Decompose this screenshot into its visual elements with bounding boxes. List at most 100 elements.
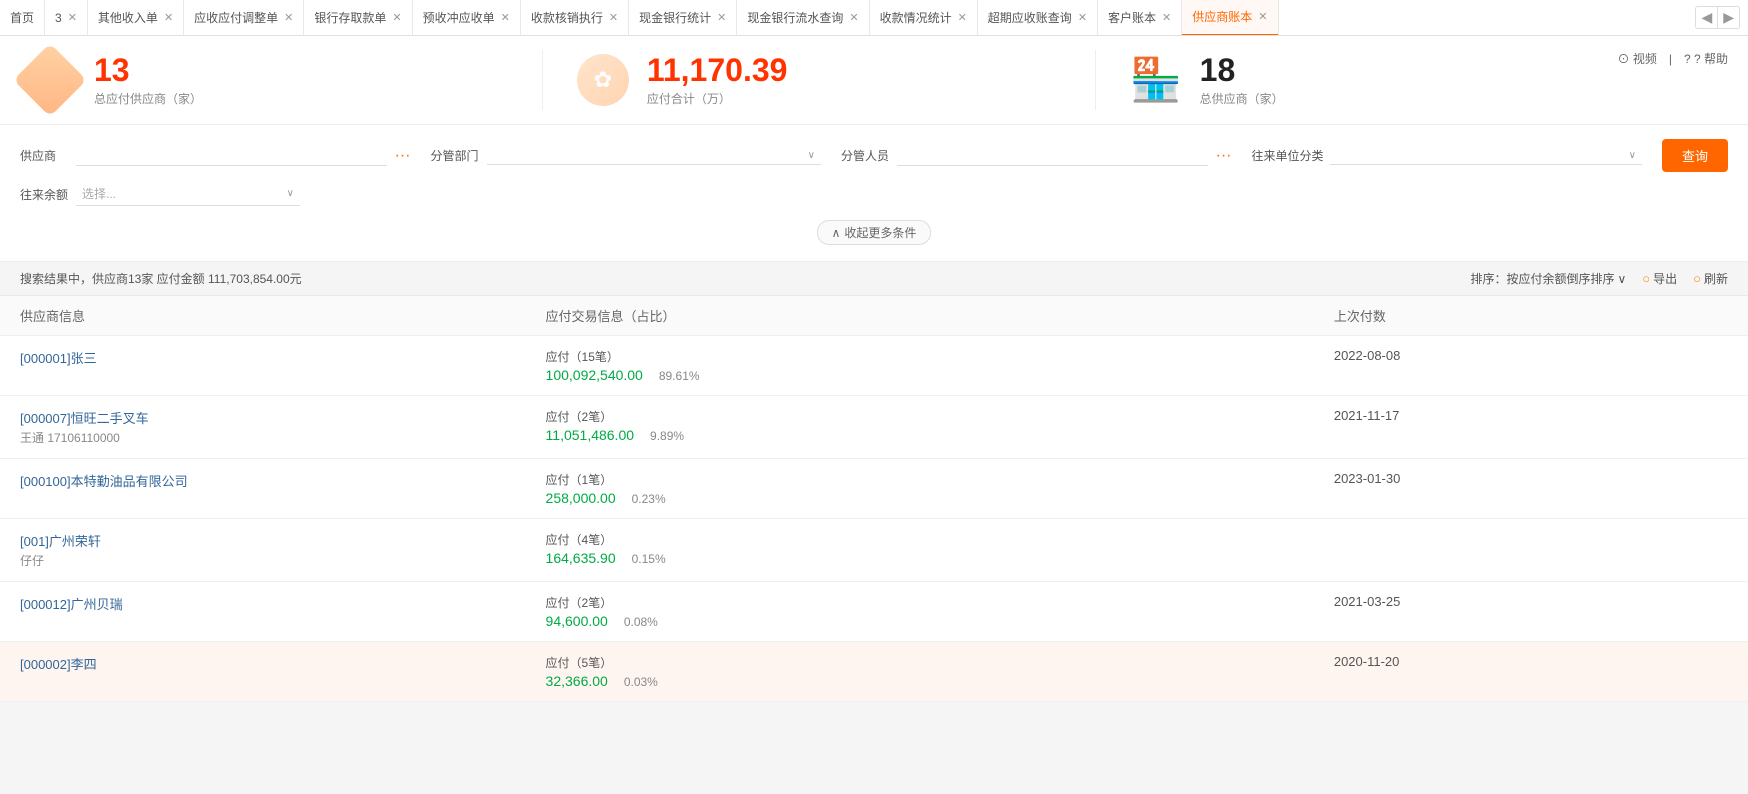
supplier-input[interactable] [76, 145, 387, 166]
tab-label-income: 其他收入单 [98, 9, 158, 26]
trans-amount[interactable]: 32,366.00 [546, 673, 608, 689]
trans-row: 32,366.00 0.03% [546, 673, 1334, 689]
tab-label-custbook: 客户账本 [1108, 9, 1156, 26]
table-header: 供应商信息 应付交易信息（占比） 上次付数 [0, 296, 1748, 336]
nav-arrows: ◀ ▶ [1687, 6, 1748, 29]
nav-tab-home[interactable]: 首页 [0, 0, 45, 36]
supplier-link[interactable]: [000012]广州贝瑞 [20, 597, 123, 612]
supplier-link[interactable]: [000007]恒旺二手叉车 [20, 411, 149, 426]
refresh-icon: ○ [1693, 271, 1701, 286]
close-icon[interactable]: ✕ [164, 11, 173, 24]
payable-suppliers-value: 13 [94, 54, 202, 86]
nav-tab-cashstat[interactable]: 现金银行统计 ✕ [629, 0, 737, 36]
supplier-cell: [000001]张三 [20, 348, 546, 367]
summary-payable-total: ✿ 11,170.39 应付合计（万） [573, 50, 1065, 110]
supplier-link[interactable]: [001]广州荣轩 [20, 534, 101, 549]
person-dots-button[interactable]: ··· [1216, 147, 1232, 165]
transaction-cell: 应付（2笔） 94,600.00 0.08% [546, 594, 1334, 629]
tab-label-cashstat: 现金银行统计 [639, 9, 711, 26]
video-link[interactable]: ⊙ 视频 [1617, 50, 1656, 67]
trans-percent: 0.03% [624, 675, 658, 689]
nav-tab-prereceive[interactable]: 预收冲应收单 ✕ [413, 0, 521, 36]
tab-label-overdue: 超期应收账查询 [988, 9, 1072, 26]
export-button[interactable]: ○ 导出 [1642, 270, 1677, 287]
refresh-button[interactable]: ○ 刷新 [1693, 270, 1728, 287]
close-icon[interactable]: ✕ [958, 11, 967, 24]
nav-tab-bank[interactable]: 银行存取款单 ✕ [304, 0, 412, 36]
lastpay-cell: 2022-08-08 [1334, 348, 1728, 363]
query-button[interactable]: 查询 [1662, 139, 1728, 172]
close-icon[interactable]: ✕ [392, 11, 401, 24]
collapse-up-icon: ∧ [832, 226, 841, 240]
transaction-cell: 应付（2笔） 11,051,486.00 9.89% [546, 408, 1334, 443]
close-icon[interactable]: ✕ [609, 11, 618, 24]
nav-tab-verify[interactable]: 收款核销执行 ✕ [521, 0, 629, 36]
nav-tab-adjust[interactable]: 应收应付调整单 ✕ [184, 0, 304, 36]
table-row: [000012]广州贝瑞 应付（2笔） 94,600.00 0.08% 2021… [0, 582, 1748, 642]
close-icon[interactable]: ✕ [717, 11, 726, 24]
sort-button[interactable]: 排序：按应付余额倒序排序 ∨ [1470, 270, 1626, 287]
supplier-link[interactable]: [000001]张三 [20, 351, 97, 366]
transaction-column-header: 应付交易信息（占比） [546, 306, 1334, 325]
close-icon[interactable]: ✕ [284, 11, 293, 24]
nav-tab-income[interactable]: 其他收入单 ✕ [88, 0, 184, 36]
close-icon[interactable]: ✕ [1258, 10, 1267, 23]
supplier-link[interactable]: [000002]李四 [20, 657, 97, 672]
supplier-filter-label: 供应商 [20, 147, 70, 164]
results-summary: 搜索结果中，供应商13家 应付金额 111,703,854.00元 [20, 270, 302, 287]
trans-amount[interactable]: 11,051,486.00 [546, 427, 635, 443]
dept-select[interactable]: ∨ [487, 147, 822, 165]
supplier-dots-button[interactable]: ··· [395, 147, 411, 165]
trans-amount[interactable]: 164,635.90 [546, 550, 616, 566]
nav-tab-custbook[interactable]: 客户账本 ✕ [1098, 0, 1182, 36]
category-filter-label: 往来单位分类 [1252, 147, 1324, 164]
table-row: [000001]张三 应付（15笔） 100,092,540.00 89.61%… [0, 336, 1748, 396]
trans-percent: 0.15% [632, 552, 666, 566]
lastpay-column-header: 上次付数 [1334, 306, 1728, 325]
nav-tab-supplierbook[interactable]: 供应商账本 ✕ [1182, 0, 1278, 36]
transaction-cell: 应付（4笔） 164,635.90 0.15% [546, 531, 1334, 566]
nav-tab-3[interactable]: 3 ✕ [45, 0, 88, 36]
trans-amount[interactable]: 258,000.00 [546, 490, 616, 506]
close-icon[interactable]: ✕ [68, 11, 77, 24]
close-icon[interactable]: ✕ [849, 11, 858, 24]
balance-chevron-icon: ∨ [287, 188, 294, 199]
total-suppliers-value: 18 [1200, 54, 1284, 86]
transaction-cell: 应付（5笔） 32,366.00 0.03% [546, 654, 1334, 689]
nav-next-button[interactable]: ▶ [1717, 6, 1740, 29]
payable-total-label: 应付合计（万） [647, 90, 788, 107]
last-pay-date: 2020-11-20 [1334, 654, 1728, 669]
trans-info: 应付（2笔） 11,051,486.00 9.89% [546, 408, 1334, 443]
tab-label-verify: 收款核销执行 [531, 9, 603, 26]
filter-category: 往来单位分类 ∨ [1252, 147, 1643, 165]
person-input[interactable] [897, 145, 1208, 166]
export-label: 导出 [1653, 270, 1677, 287]
help-link[interactable]: ? ? 帮助 [1684, 50, 1728, 67]
filter-row-2: 往来余额 选择... ∨ [20, 182, 1728, 206]
close-icon[interactable]: ✕ [501, 11, 510, 24]
tab-label-supplierbook: 供应商账本 [1192, 8, 1252, 25]
sort-label: 排序：按应付余额倒序排序 [1470, 270, 1614, 287]
collapse-button[interactable]: ∧ 收起更多条件 [817, 220, 932, 245]
category-select[interactable]: ∨ [1330, 147, 1642, 165]
nav-tab-overdue[interactable]: 超期应收账查询 ✕ [978, 0, 1098, 36]
trans-amount[interactable]: 100,092,540.00 [546, 367, 643, 383]
close-icon[interactable]: ✕ [1162, 11, 1171, 24]
filter-person: 分管人员 ··· [841, 145, 1232, 166]
lastpay-cell: 2020-11-20 [1334, 654, 1728, 669]
supplier-sub: 王通 17106110000 [20, 429, 546, 446]
nav-tab-receivestat[interactable]: 收款情况统计 ✕ [870, 0, 978, 36]
nav-tab-cashflow[interactable]: 现金银行流水查询 ✕ [737, 0, 869, 36]
payable-total-text: 11,170.39 应付合计（万） [647, 54, 788, 107]
close-icon[interactable]: ✕ [1078, 11, 1087, 24]
supplier-link[interactable]: [000100]本特勤油品有限公司 [20, 474, 188, 489]
trans-amount[interactable]: 94,600.00 [546, 613, 608, 629]
supplier-cell: [000002]李四 [20, 654, 546, 673]
divider-2 [1095, 50, 1096, 110]
payable-suppliers-label: 总应付供应商（家） [94, 90, 202, 107]
refresh-label: 刷新 [1704, 270, 1728, 287]
summary-banner: 13 总应付供应商（家） ✿ 11,170.39 应付合计（万） 🏪 18 总供… [0, 36, 1748, 125]
balance-select[interactable]: 选择... ∨ [76, 182, 300, 206]
nav-prev-button[interactable]: ◀ [1695, 6, 1717, 29]
data-table: 供应商信息 应付交易信息（占比） 上次付数 [000001]张三 应付（15笔）… [0, 296, 1748, 702]
